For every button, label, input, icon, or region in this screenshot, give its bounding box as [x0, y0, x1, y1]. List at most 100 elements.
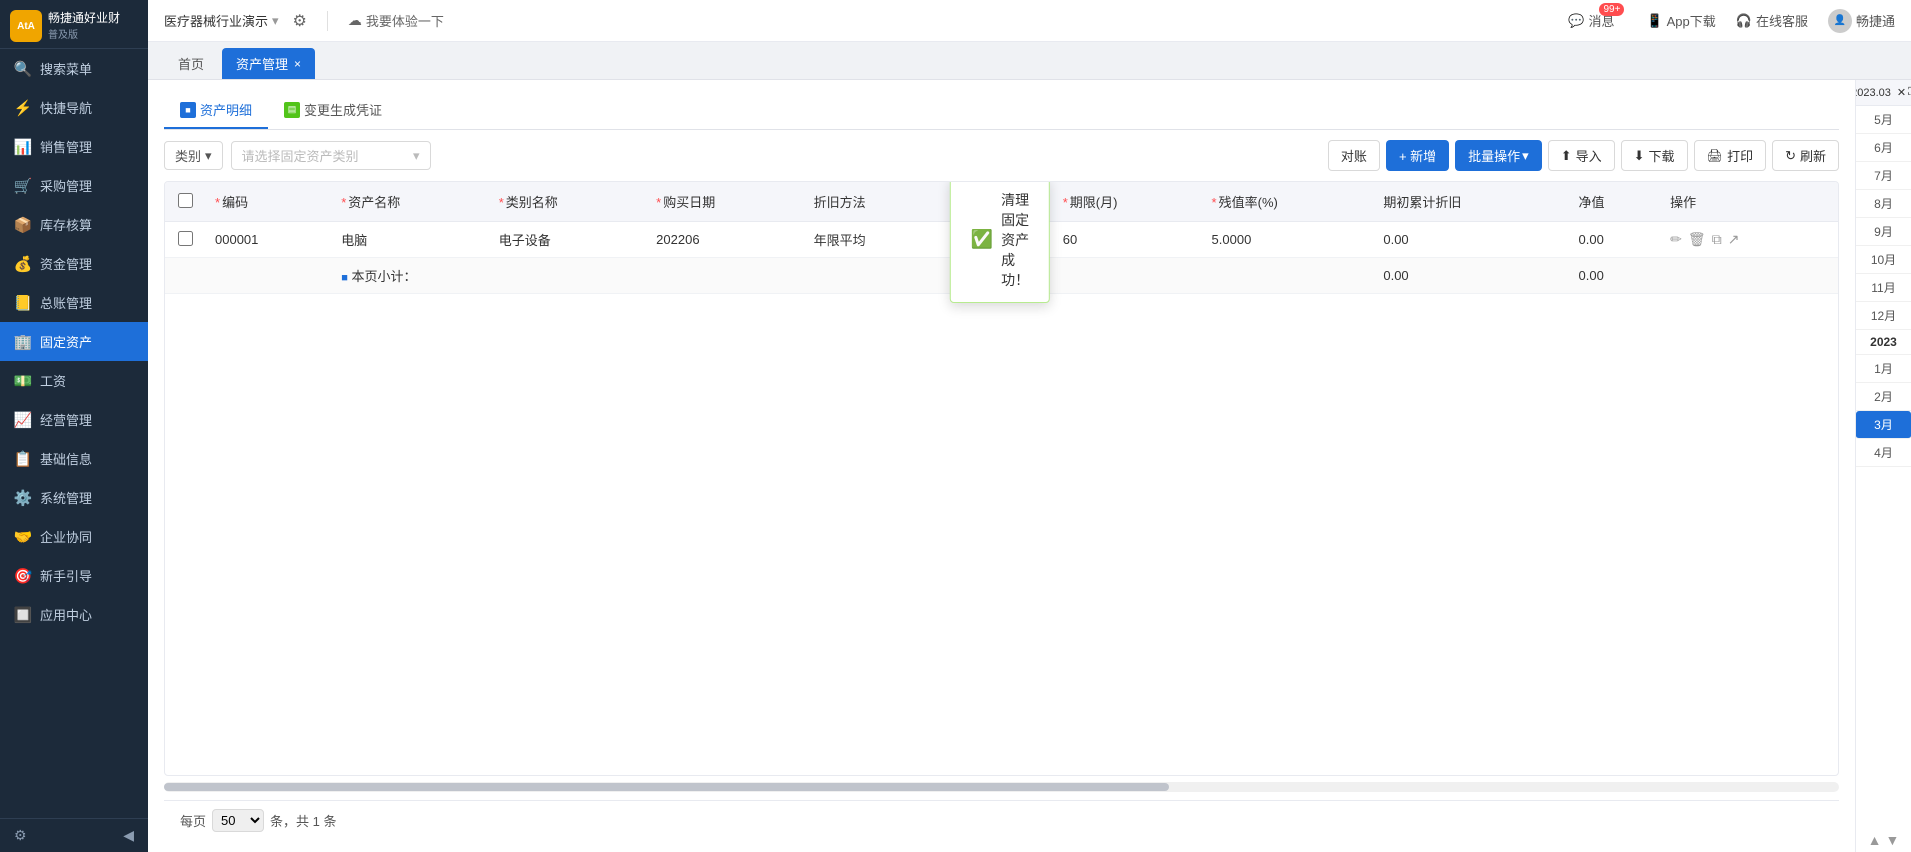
subtab-change-voucher[interactable]: ▤ 变更生成凭证 [268, 92, 398, 129]
date-item-7m[interactable]: 7月 [1856, 162, 1911, 190]
date-item-12m[interactable]: 12月 [1856, 302, 1911, 330]
support-btn[interactable]: 🎧 在线客服 [1736, 11, 1808, 30]
delete-icon[interactable]: 🗑 [1688, 231, 1706, 248]
sidebar-item-guide[interactable]: 🎯 新手引导 [0, 556, 148, 595]
download-btn[interactable]: ⬇ 下载 [1621, 140, 1688, 171]
copy-icon[interactable]: ⧉ [1712, 231, 1722, 248]
support-label: 在线客服 [1756, 11, 1808, 30]
date-item-8m[interactable]: 8月 [1856, 190, 1911, 218]
detail-tab-icon: ■ [180, 102, 196, 118]
account-btn[interactable]: 对账 [1328, 140, 1380, 171]
date-item-11m[interactable]: 11月 [1856, 274, 1911, 302]
print-btn[interactable]: 🖨 打印 [1694, 140, 1767, 171]
select-all-checkbox[interactable] [178, 193, 193, 208]
logo-icon: AtA [10, 10, 42, 42]
date-item-5m[interactable]: 5月 [1856, 106, 1911, 134]
per-page-select[interactable]: 10 20 50 100 [212, 809, 264, 832]
sidebar-item-quicknav[interactable]: ⚡ 快捷导航 [0, 88, 148, 127]
collapse-icon[interactable]: ◀ [123, 827, 134, 844]
sidebar-item-ledger[interactable]: 📒 总账管理 [0, 283, 148, 322]
subtab-detail-label: 资产明细 [200, 100, 252, 119]
refresh-btn[interactable]: ↻ 刷新 [1772, 140, 1839, 171]
toast-message: 清理固定资产成功！ [1001, 190, 1029, 290]
download-label: 下载 [1649, 146, 1675, 165]
sidebar-item-search[interactable]: 🔍 搜索菜单 [0, 49, 148, 88]
sidebar-item-label: 库存核算 [40, 215, 92, 234]
edit-icon[interactable]: ✏ [1670, 231, 1682, 248]
user-menu[interactable]: 👤 畅捷通 [1828, 9, 1895, 33]
date-item-1m[interactable]: 1月 [1856, 355, 1911, 383]
date-item-3m-current[interactable]: 3月 [1856, 411, 1911, 439]
download-icon: ⬇ [1634, 148, 1645, 164]
main-content: 医疗器械行业演示 ▾ ⚙ ☁ 我要体验一下 💬 消息 99+ 📱 App下载 🎧… [148, 0, 1911, 852]
page-content: ■ 资产明细 ▤ 变更生成凭证 类别 ▾ 请选择固定资产类别 [148, 80, 1911, 852]
subtab-asset-detail[interactable]: ■ 资产明细 [164, 92, 268, 129]
more-icon[interactable]: ↗ [1728, 231, 1740, 248]
th-residual-rate: *残值率(%) [1202, 182, 1374, 222]
category-label: 类别 [175, 146, 201, 165]
date-item-2m[interactable]: 2月 [1856, 383, 1911, 411]
sidebar-nav: 🔍 搜索菜单 ⚡ 快捷导航 📊 销售管理 🛒 采购管理 📦 库存核算 💰 资金管… [0, 49, 148, 818]
phone-icon: 📱 [1646, 13, 1662, 29]
tab-asset-management[interactable]: 资产管理 × [222, 48, 315, 79]
logo-subtitle: 普及版 [48, 26, 120, 41]
sidebar-item-capital[interactable]: 💰 资金管理 [0, 244, 148, 283]
td-checkbox [165, 222, 205, 258]
sidebar-item-inventory[interactable]: 📦 库存核算 [0, 205, 148, 244]
sidebar-item-system[interactable]: ⚙️ 系统管理 [0, 478, 148, 517]
company-selector[interactable]: 医疗器械行业演示 ▾ [164, 11, 279, 30]
user-name: 畅捷通 [1856, 11, 1895, 30]
apps-icon: 🔲 [14, 606, 32, 624]
app-download-btn[interactable]: 📱 App下载 [1646, 11, 1715, 30]
date-item-9m[interactable]: 9月 [1856, 218, 1911, 246]
td-category: 电子设备 [489, 222, 646, 258]
experience-label: 我要体验一下 [366, 11, 444, 30]
date-up-icon[interactable]: ▲ [1868, 832, 1882, 848]
topbar-settings-icon[interactable]: ⚙ [293, 11, 307, 31]
sidebar-item-purchase[interactable]: 🛒 采购管理 [0, 166, 148, 205]
td-subtotal-net: 0.00 [1569, 258, 1661, 294]
category-select[interactable]: 请选择固定资产类别 ▾ [231, 141, 431, 170]
date-item-year-2023[interactable]: 2023 [1856, 330, 1911, 355]
experience-btn[interactable]: ☁ 我要体验一下 [348, 11, 444, 30]
sidebar-item-label: 新手引导 [40, 566, 92, 585]
sidebar-item-assets[interactable]: 🏢 固定资产 [0, 322, 148, 361]
topbar-right: 💬 消息 99+ 📱 App下载 🎧 在线客服 👤 畅捷通 [1568, 9, 1895, 33]
sidebar-item-apps[interactable]: 🔲 应用中心 [0, 595, 148, 634]
category-filter-label[interactable]: 类别 ▾ [164, 141, 223, 170]
batch-btn[interactable]: 批量操作 ▾ [1455, 140, 1542, 171]
sidebar-item-payroll[interactable]: 💵 工资 [0, 361, 148, 400]
message-btn[interactable]: 💬 消息 99+ [1568, 11, 1614, 30]
date-item-6m[interactable]: 6月 [1856, 134, 1911, 162]
td-initial-depreciation: 0.00 [1373, 222, 1568, 258]
sidebar-item-operations[interactable]: 📈 经营管理 [0, 400, 148, 439]
import-icon: ⬆ [1561, 148, 1572, 164]
message-badge: 99+ [1599, 3, 1624, 16]
th-code: *编码 [205, 182, 331, 222]
table-scrollbar[interactable] [164, 782, 1839, 792]
date-panel-close-icon[interactable]: ✕ [1897, 86, 1906, 99]
add-btn[interactable]: + 新增 [1386, 140, 1449, 171]
quicknav-icon: ⚡ [14, 99, 32, 117]
topbar-separator [327, 11, 328, 31]
sidebar-item-sales[interactable]: 📊 销售管理 [0, 127, 148, 166]
tab-home[interactable]: 首页 [164, 48, 218, 79]
logo-text-block: 畅捷通好业财 普及版 [48, 11, 120, 42]
sidebar-item-label: 采购管理 [40, 176, 92, 195]
user-avatar: 👤 [1828, 9, 1852, 33]
date-item-4m[interactable]: 4月 [1856, 439, 1911, 467]
import-btn[interactable]: ⬆ 导入 [1548, 140, 1615, 171]
sidebar-item-cooperation[interactable]: 🤝 企业协同 [0, 517, 148, 556]
topbar: 医疗器械行业演示 ▾ ⚙ ☁ 我要体验一下 💬 消息 99+ 📱 App下载 🎧… [148, 0, 1911, 42]
settings-icon[interactable]: ⚙ [14, 827, 27, 844]
date-item-10m[interactable]: 10月 [1856, 246, 1911, 274]
date-down-icon[interactable]: ▼ [1886, 832, 1900, 848]
row-checkbox[interactable] [178, 231, 193, 246]
sidebar-item-basic[interactable]: 📋 基础信息 [0, 439, 148, 478]
td-original-value: ✅ 清理固定资产成功！ [947, 222, 1053, 258]
inventory-icon: 📦 [14, 216, 32, 234]
td-name: 电脑 [331, 222, 488, 258]
table-scrollbar-container [164, 776, 1839, 800]
tab-close-icon[interactable]: × [294, 57, 301, 71]
sidebar-item-label: 总账管理 [40, 293, 92, 312]
